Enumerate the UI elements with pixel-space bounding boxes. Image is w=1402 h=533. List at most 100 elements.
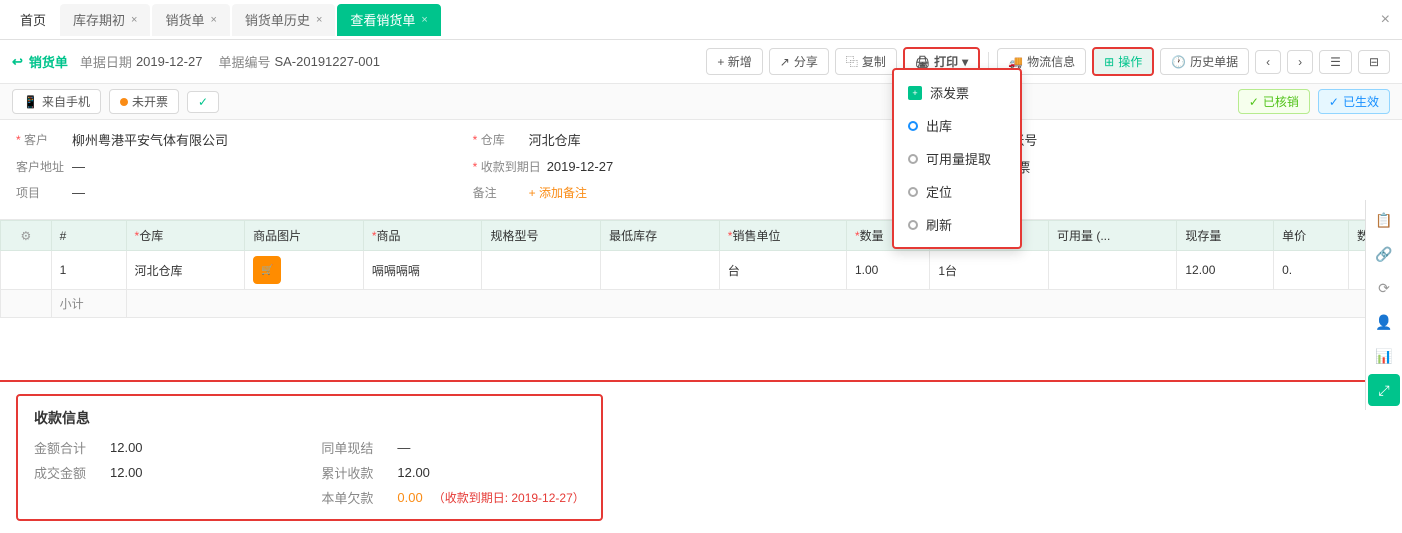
customer-field: 客户 柳州粤港平安气体有限公司 bbox=[16, 130, 473, 149]
address-field: 客户地址 — bbox=[16, 158, 473, 175]
tab-sales[interactable]: 销货单 × bbox=[152, 4, 229, 36]
note-label: 备注 bbox=[473, 184, 523, 201]
row-product: 嗝嗝嗝嗝 bbox=[363, 251, 482, 290]
deal-amount-value: 12.00 bbox=[110, 465, 143, 480]
confirm-button[interactable]: ✓ bbox=[187, 91, 219, 113]
doc-icon: ↩ bbox=[12, 54, 23, 70]
closed-badge: ✓ 已核销 bbox=[1238, 89, 1310, 114]
view-sales-tab-close[interactable]: × bbox=[421, 14, 427, 26]
subtotal-empty: 小计 bbox=[51, 290, 126, 318]
add-note-button[interactable]: + 添加备注 bbox=[529, 184, 587, 201]
history-icon: 🕐 bbox=[1171, 55, 1186, 69]
tab-sales-history[interactable]: 销货单历史 × bbox=[232, 4, 335, 36]
right-icon-expand[interactable]: ⤢ bbox=[1368, 374, 1400, 406]
from-phone-button[interactable]: 📱 来自手机 bbox=[12, 89, 101, 114]
right-icon-2[interactable]: 🔗 bbox=[1368, 238, 1400, 270]
effective-icon: ✓ bbox=[1329, 95, 1339, 109]
view-sales-tab-label: 查看销货单 bbox=[350, 10, 415, 29]
form-row-2: 客户地址 — 收款到期日 2019-12-27 票据类型 不开票 bbox=[16, 157, 1386, 176]
refresh-label: 刷新 bbox=[926, 215, 952, 234]
operations-icon: ⊞ bbox=[1104, 55, 1114, 69]
check-icon: ✓ bbox=[1249, 95, 1259, 109]
doc-number-label: 单据编号 bbox=[218, 52, 270, 71]
operations-button[interactable]: ⊞ 操作 bbox=[1092, 47, 1154, 76]
right-icon-4[interactable]: 👤 bbox=[1368, 306, 1400, 338]
tab-inventory[interactable]: 库存期初 × bbox=[60, 4, 150, 36]
summary-grid: 金额合计 12.00 同单现结 — 成交金额 12.00 累计收款 12.00 … bbox=[34, 438, 585, 507]
add-invoice-icon: + bbox=[908, 86, 922, 100]
confirm-icon: ✓ bbox=[198, 95, 208, 109]
arrears-note: （收款到期日: 2019-12-27） bbox=[433, 489, 585, 506]
warehouse-value: 河北仓库 bbox=[529, 130, 581, 149]
col-product: *商品 bbox=[363, 221, 482, 251]
note-field: 备注 + 添加备注 bbox=[473, 184, 930, 201]
history-button[interactable]: 🕐 历史单据 bbox=[1160, 48, 1249, 75]
effective-badge: ✓ 已生效 bbox=[1318, 89, 1390, 114]
project-field: 项目 — bbox=[16, 184, 473, 201]
available-extract-item[interactable]: 可用量提取 bbox=[894, 142, 1020, 175]
sales-tab-close[interactable]: × bbox=[210, 14, 216, 26]
right-icon-1[interactable]: 📋 bbox=[1368, 204, 1400, 236]
phone-icon: 📱 bbox=[23, 95, 38, 109]
new-button[interactable]: + 新增 bbox=[706, 48, 762, 75]
next-button[interactable]: › bbox=[1287, 50, 1313, 74]
right-icon-5[interactable]: 📊 bbox=[1368, 340, 1400, 372]
prev-button[interactable]: ‹ bbox=[1255, 50, 1281, 74]
refresh-item[interactable]: 刷新 bbox=[894, 208, 1020, 241]
tab-home[interactable]: 首页 bbox=[8, 4, 58, 36]
row-unit-price: 0. bbox=[1274, 251, 1349, 290]
col-sales-unit: *销售单位 bbox=[719, 221, 846, 251]
row-available bbox=[1049, 251, 1177, 290]
outbound-item[interactable]: 出库 bbox=[894, 109, 1020, 142]
payment-date-label: 收款到期日 bbox=[473, 158, 541, 175]
summary-box: 收款信息 金额合计 12.00 同单现结 — 成交金额 12.00 累计收款 1… bbox=[16, 394, 603, 521]
tab-bar: 首页 库存期初 × 销货单 × 销货单历史 × 查看销货单 × × bbox=[0, 0, 1402, 40]
amount-total-row: 金额合计 12.00 bbox=[34, 438, 297, 457]
amount-total-value: 12.00 bbox=[110, 440, 143, 455]
copy-button[interactable]: ⿻ 复制 bbox=[835, 48, 897, 75]
orange-dot-icon bbox=[120, 98, 128, 106]
col-seq: # bbox=[51, 221, 126, 251]
bottom-panel: 收款信息 金额合计 12.00 同单现结 — 成交金额 12.00 累计收款 1… bbox=[0, 380, 1402, 533]
locate-label: 定位 bbox=[926, 182, 952, 201]
share-button[interactable]: ↗ 分享 bbox=[769, 48, 829, 75]
available-extract-icon bbox=[908, 154, 918, 164]
doc-number-value: SA-20191227-001 bbox=[274, 54, 380, 69]
doc-type-label: 销货单 bbox=[29, 52, 68, 71]
address-label: 客户地址 bbox=[16, 158, 66, 175]
customer-label: 客户 bbox=[16, 131, 66, 148]
deal-amount-label: 成交金额 bbox=[34, 463, 104, 482]
locate-item[interactable]: 定位 bbox=[894, 175, 1020, 208]
cumulative-receipt-value: 12.00 bbox=[397, 465, 430, 480]
tab-view-sales[interactable]: 查看销货单 × bbox=[337, 4, 440, 36]
add-invoice-item[interactable]: + 添发票 bbox=[894, 76, 1020, 109]
view-list-button[interactable]: ☰ bbox=[1319, 50, 1352, 74]
global-close-button[interactable]: × bbox=[1377, 7, 1394, 33]
address-value: — bbox=[72, 159, 85, 174]
row-min-stock bbox=[601, 251, 720, 290]
col-min-stock: 最低库存 bbox=[601, 221, 720, 251]
doc-date-label: 单据日期 bbox=[80, 52, 132, 71]
sales-table: ⚙ # *仓库 商品图片 *商品 规格型号 最低库存 *销售单位 *数量 包装数… bbox=[0, 220, 1402, 318]
right-icon-3[interactable]: ⟳ bbox=[1368, 272, 1400, 304]
sales-history-tab-close[interactable]: × bbox=[316, 14, 322, 26]
row-gear bbox=[1, 251, 52, 290]
header-actions: + 新增 ↗ 分享 ⿻ 复制 🖨 打印 ▾ 🚚 物流信息 ⊞ 操作 bbox=[706, 47, 1390, 76]
not-opened-button[interactable]: 未开票 bbox=[109, 89, 179, 114]
form-area: 客户 柳州粤港平安气体有限公司 仓库 河北仓库 业务员 演示账号 客户地址 — … bbox=[0, 120, 1402, 220]
form-row-1: 客户 柳州粤港平安气体有限公司 仓库 河北仓库 业务员 演示账号 bbox=[16, 130, 1386, 149]
refresh-icon bbox=[908, 220, 918, 230]
col-spec: 规格型号 bbox=[482, 221, 601, 251]
deal-amount-row: 成交金额 12.00 bbox=[34, 463, 297, 482]
subtotal-label bbox=[1, 290, 52, 318]
home-tab-label: 首页 bbox=[20, 10, 46, 29]
inventory-tab-label: 库存期初 bbox=[73, 10, 125, 29]
inventory-tab-close[interactable]: × bbox=[131, 14, 137, 26]
available-extract-label: 可用量提取 bbox=[926, 149, 991, 168]
view-grid-button[interactable]: ⊟ bbox=[1358, 50, 1390, 74]
subtotal-content bbox=[126, 290, 1401, 318]
col-current-stock: 现存量 bbox=[1177, 221, 1274, 251]
form-row-3: 项目 — 备注 + 添加备注 业务员孟 — bbox=[16, 184, 1386, 201]
share-icon: ↗ bbox=[780, 55, 790, 69]
right-icons-panel: 📋 🔗 ⟳ 👤 📊 ⤢ bbox=[1365, 200, 1402, 410]
